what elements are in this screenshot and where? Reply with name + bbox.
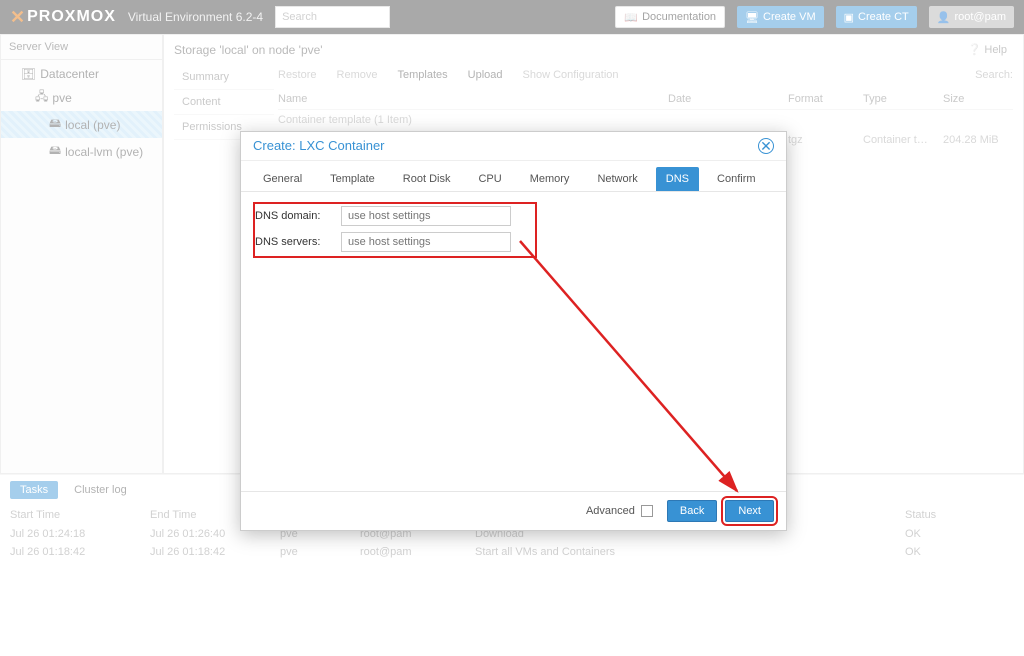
tab-root-disk[interactable]: Root Disk	[393, 167, 461, 191]
tab-general[interactable]: General	[253, 167, 312, 191]
dns-domain-label: DNS domain:	[255, 210, 341, 222]
advanced-checkbox[interactable]	[641, 505, 653, 517]
back-button[interactable]: Back	[667, 500, 717, 522]
close-icon[interactable]: ✕	[758, 138, 774, 154]
dns-servers-label: DNS servers:	[255, 236, 341, 248]
create-container-modal: Create: LXC Container ✕ General Template…	[240, 131, 787, 531]
tab-network[interactable]: Network	[587, 167, 647, 191]
tab-memory[interactable]: Memory	[520, 167, 580, 191]
modal-title: Create: LXC Container	[253, 138, 385, 154]
advanced-label: Advanced	[586, 505, 635, 517]
tab-template[interactable]: Template	[320, 167, 385, 191]
next-button[interactable]: Next	[725, 500, 774, 522]
wizard-tabs: General Template Root Disk CPU Memory Ne…	[241, 161, 786, 192]
tab-confirm[interactable]: Confirm	[707, 167, 766, 191]
tab-cpu[interactable]: CPU	[468, 167, 511, 191]
dns-servers-input[interactable]	[341, 232, 511, 252]
tab-dns[interactable]: DNS	[656, 167, 699, 191]
dns-domain-input[interactable]	[341, 206, 511, 226]
